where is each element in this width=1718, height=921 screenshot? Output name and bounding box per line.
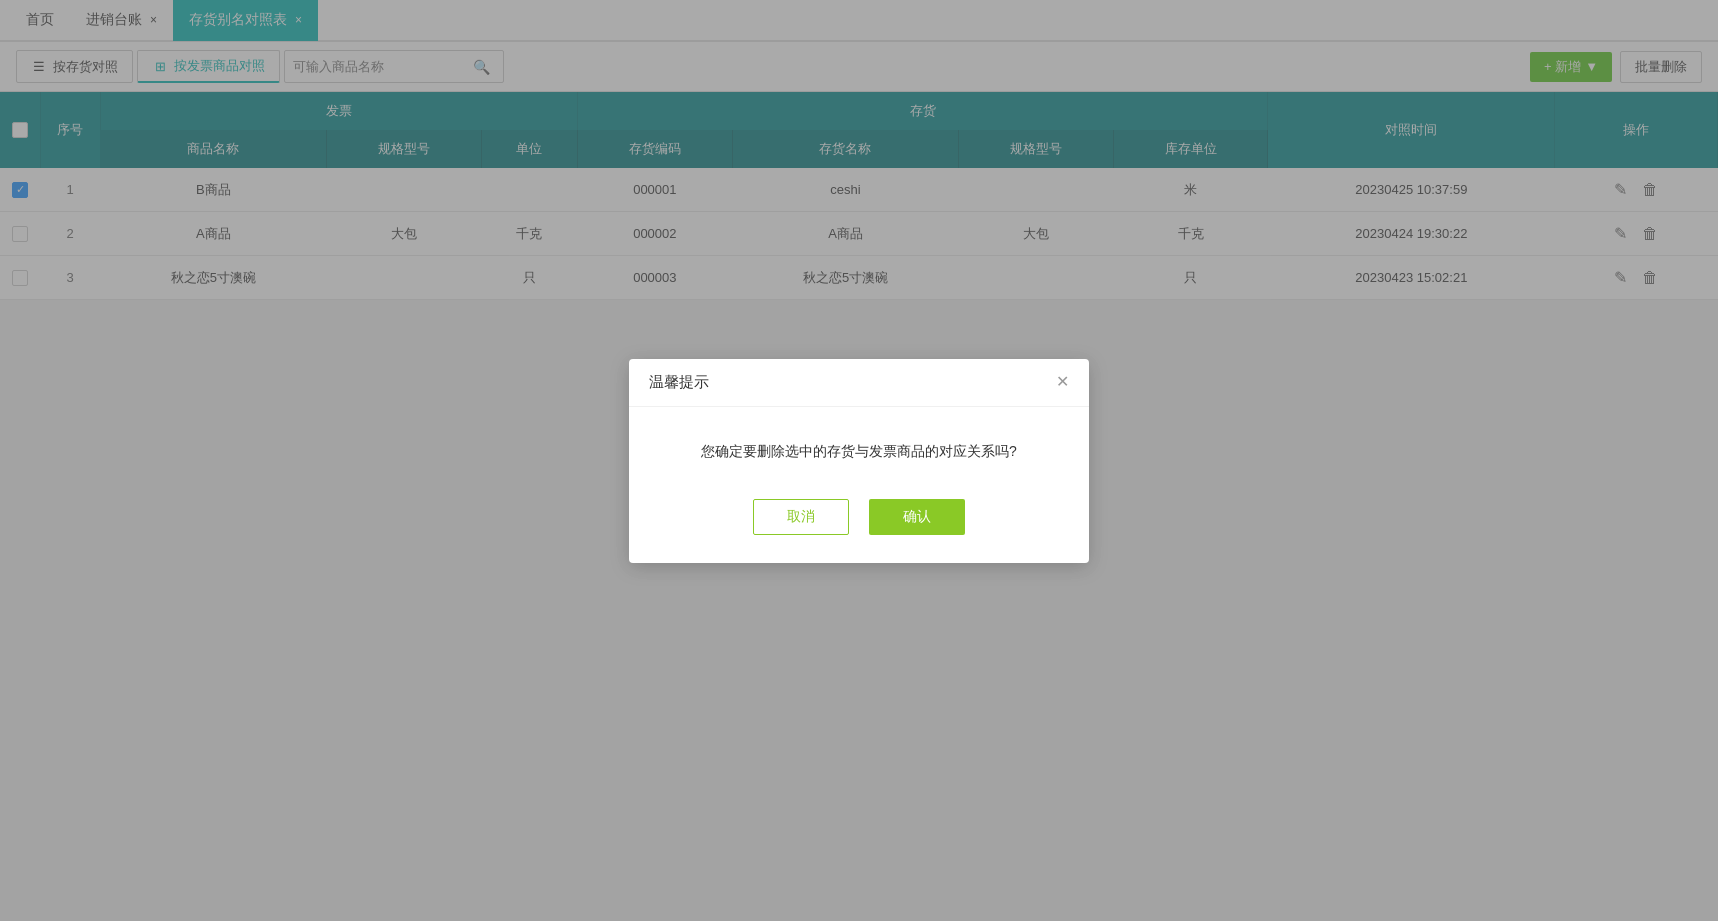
dialog-overlay: 温馨提示 ✕ 您确定要删除选中的存货与发票商品的对应关系吗? 取消 确认	[0, 0, 1718, 300]
